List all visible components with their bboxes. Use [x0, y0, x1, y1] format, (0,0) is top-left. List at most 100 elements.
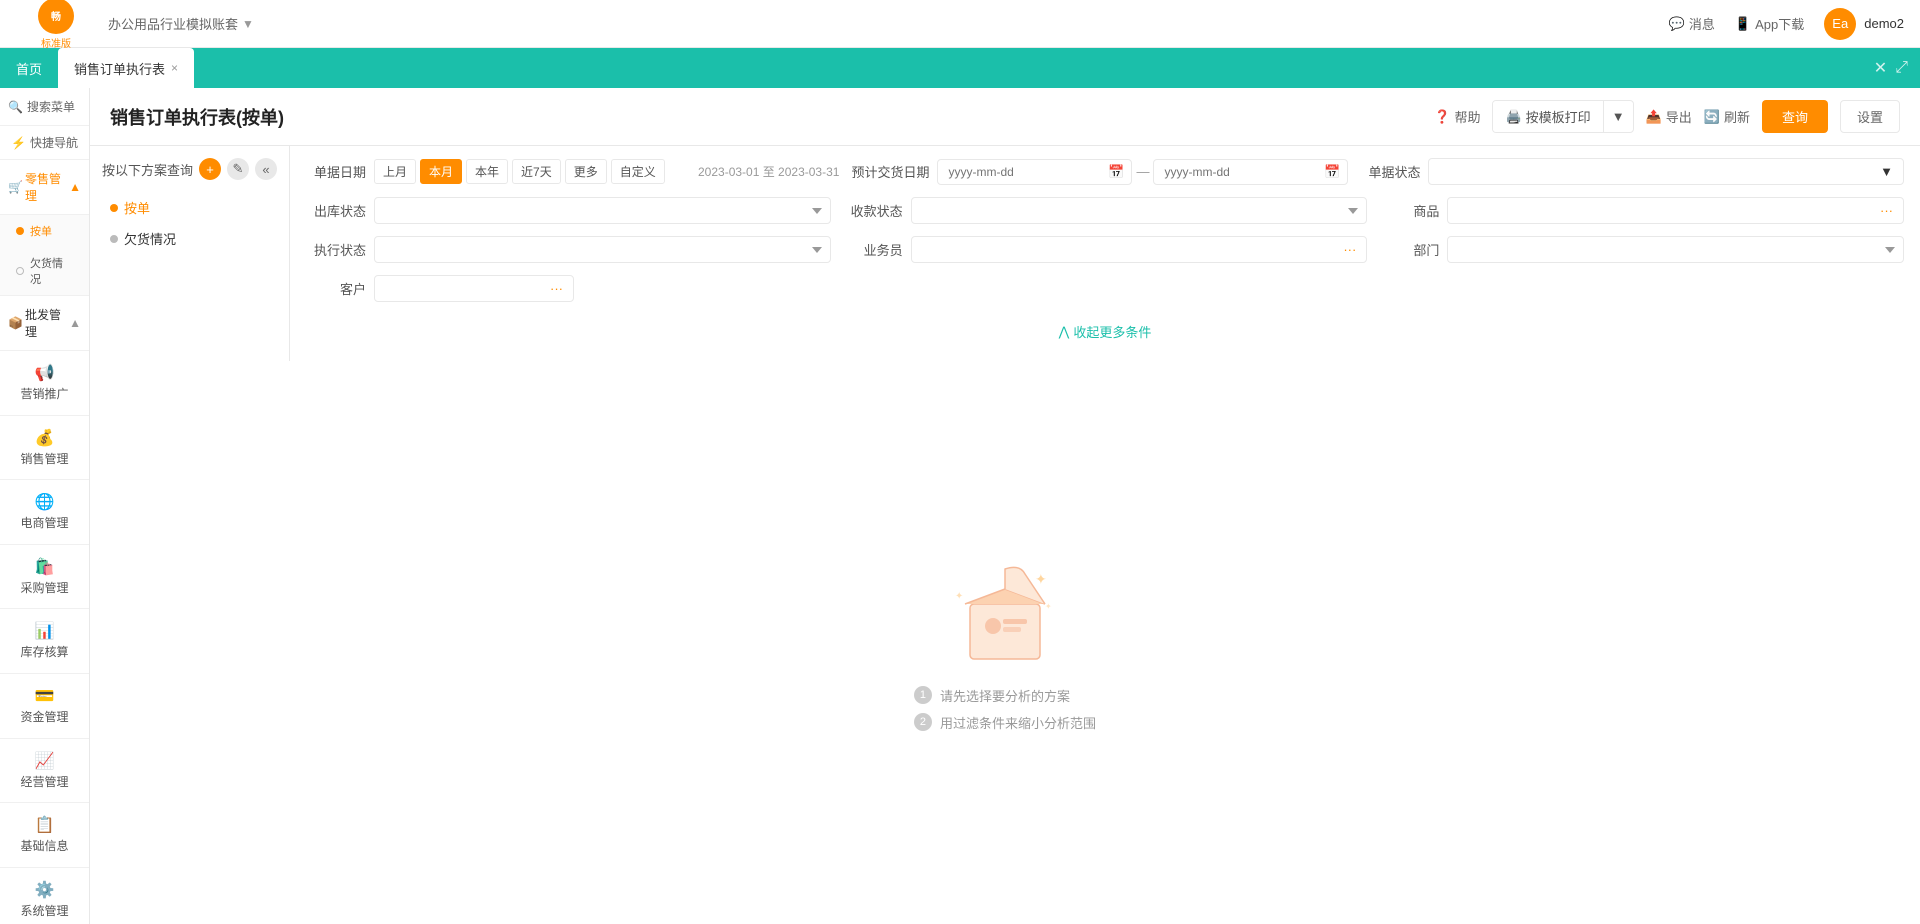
retail-submenu: 按单 欠货情况 [0, 215, 89, 296]
sidebar-item-finance[interactable]: 💳 资金管理 [0, 674, 89, 739]
ecommerce-icon: 🌐 [35, 492, 55, 512]
filter-row-3: 执行状态 业务员 ··· 部门 [306, 236, 1904, 263]
tab-bar: 首页 销售订单执行表 × ✕ ⤢ [0, 48, 1920, 88]
exec-status-select[interactable] [374, 236, 831, 263]
collapse-scheme-button[interactable]: « [255, 158, 277, 180]
page-title: 销售订单执行表(按单) [110, 104, 284, 130]
collapse-more-button[interactable]: ⋀ 收起更多条件 [306, 314, 1904, 349]
product-input[interactable]: ··· [1447, 197, 1904, 224]
date-last-month[interactable]: 上月 [374, 159, 416, 184]
tip-2-number: 2 [914, 713, 932, 731]
debt-label: 欠货情况 [30, 255, 73, 287]
sidebar-item-sales[interactable]: 💰 销售管理 [0, 416, 89, 481]
out-status-select[interactable] [374, 197, 831, 224]
product-ellipsis-icon: ··· [1880, 203, 1893, 218]
filter-row-1: 单据日期 上月 本月 本年 近7天 更多 自定义 2023-03-01 至 20… [306, 158, 1904, 185]
tab-home[interactable]: 首页 [0, 48, 58, 88]
date-range-inputs: 📅 — 📅 [937, 159, 1348, 185]
date-from-input[interactable] [937, 159, 1132, 185]
marketing-icon: 📢 [35, 363, 55, 383]
collapse-up-icon: ⋀ [1059, 324, 1070, 340]
sidebar-item-operations[interactable]: 📈 经营管理 [0, 739, 89, 804]
settings-button[interactable]: 设置 [1840, 100, 1900, 133]
status-dropdown-icon: ▼ [1880, 164, 1893, 179]
empty-state: ✦ ✦ ✦ 1 请先选择要分析的方案 2 用过滤条件来缩小分析范围 [914, 554, 1096, 732]
edit-icon: ✎ [233, 161, 244, 177]
pay-status-select[interactable] [911, 197, 1368, 224]
print-dropdown-button[interactable]: ▼ [1604, 103, 1633, 130]
collapse-more-label: 收起更多条件 [1073, 322, 1151, 341]
exec-status-label: 执行状态 [306, 240, 366, 259]
sidebar: 🔍 搜索菜单 ⚡ 快捷导航 🛒 零售管理 ▲ 按单 欠货情况 📦 批 [0, 88, 90, 924]
finance-label: 资金管理 [20, 710, 68, 726]
export-link[interactable]: 📤 导出 [1646, 107, 1692, 126]
purchase-label: 采购管理 [20, 581, 68, 597]
date-to-input[interactable] [1153, 159, 1348, 185]
sidebar-item-wholesale[interactable]: 📦 批发管理 ▲ [0, 296, 89, 351]
refresh-link[interactable]: 🔄 刷新 [1704, 107, 1750, 126]
svg-text:✦: ✦ [1035, 571, 1047, 587]
date-7days[interactable]: 近7天 [512, 159, 561, 184]
main-layout: 🔍 搜索菜单 ⚡ 快捷导航 🛒 零售管理 ▲ 按单 欠货情况 📦 批 [0, 88, 1920, 924]
print-button[interactable]: 🖨️ 按模板打印 [1493, 101, 1603, 132]
date-more[interactable]: 更多 [565, 159, 607, 184]
user-profile[interactable]: Ea demo2 [1824, 8, 1904, 40]
pay-status-label: 收款状态 [843, 201, 903, 220]
date-separator: — [1136, 164, 1149, 179]
message-action[interactable]: 💬 消息 [1669, 14, 1715, 33]
tab-sales-order[interactable]: 销售订单执行表 × [58, 48, 194, 88]
add-scheme-button[interactable]: + [199, 158, 221, 180]
tab-close-button[interactable]: × [171, 61, 178, 75]
customer-input[interactable]: ··· [374, 275, 574, 302]
scheme-debt-label: 欠货情况 [124, 229, 176, 248]
filter-scheme-actions: + ✎ « [199, 158, 277, 180]
app-download-action[interactable]: 📱 App下载 [1735, 14, 1804, 33]
salesperson-ellipsis-icon: ··· [1343, 242, 1356, 257]
filter-scheme-title: 按以下方案查询 [102, 160, 193, 179]
sidebar-item-inventory[interactable]: 📊 库存核算 [0, 609, 89, 674]
inventory-label: 库存核算 [20, 645, 68, 661]
sidebar-item-marketing[interactable]: 📢 营销推广 [0, 351, 89, 416]
sidebar-quicknav[interactable]: ⚡ 快捷导航 [0, 126, 89, 160]
sidebar-item-debt[interactable]: 欠货情况 [0, 247, 89, 295]
sidebar-item-retail[interactable]: 🛒 零售管理 ▲ [0, 160, 89, 215]
wholesale-label: 批发管理 [25, 306, 67, 340]
sidebar-item-basic[interactable]: 📋 基础信息 [0, 803, 89, 868]
help-link[interactable]: ❓ 帮助 [1434, 107, 1480, 126]
dept-select[interactable] [1447, 236, 1904, 263]
date-custom[interactable]: 自定义 [611, 159, 665, 184]
scheme-active-dot [110, 204, 118, 212]
sidebar-item-system[interactable]: ⚙️ 系统管理 [0, 868, 89, 924]
basic-label: 基础信息 [20, 839, 68, 855]
edit-scheme-button[interactable]: ✎ [227, 158, 249, 180]
status-select[interactable]: ▼ [1428, 158, 1904, 185]
close-window-button[interactable]: ✕ [1874, 58, 1887, 78]
date-this-month[interactable]: 本月 [420, 159, 462, 184]
content-area: 销售订单执行表(按单) ❓ 帮助 🖨️ 按模板打印 ▼ [90, 88, 1920, 924]
dept-field: 部门 [1379, 236, 1904, 263]
expand-window-button[interactable]: ⤢ [1895, 59, 1908, 77]
export-icon: 📤 [1646, 109, 1662, 125]
help-icon: ❓ [1434, 109, 1450, 125]
empty-tip-2: 2 用过滤条件来缩小分析范围 [914, 713, 1096, 732]
salesperson-input[interactable]: ··· [911, 236, 1368, 263]
scheme-inactive-dot [110, 235, 118, 243]
scheme-item-order[interactable]: 按单 [102, 192, 277, 223]
collapse-icon: « [262, 162, 269, 177]
expected-date-label: 预计交货日期 [851, 162, 929, 181]
sidebar-item-purchase[interactable]: 🛍️ 采购管理 [0, 545, 89, 610]
breadcrumb-area[interactable]: 办公用品行业模拟账套 ▼ [108, 14, 254, 33]
sales-order-tab-label: 销售订单执行表 [74, 59, 165, 78]
sidebar-item-order[interactable]: 按单 [0, 215, 89, 247]
date-from-wrap: 📅 [937, 159, 1132, 185]
search-icon: 🔍 [8, 100, 23, 114]
scheme-item-debt[interactable]: 欠货情况 [102, 223, 277, 254]
sidebar-search[interactable]: 🔍 搜索菜单 [0, 88, 89, 126]
print-group: 🖨️ 按模板打印 ▼ [1492, 100, 1633, 133]
retail-label: 零售管理 [25, 170, 67, 204]
sidebar-item-ecommerce[interactable]: 🌐 电商管理 [0, 480, 89, 545]
sales-label: 销售管理 [20, 452, 68, 468]
retail-arrow-icon: ▲ [69, 180, 81, 194]
search-button[interactable]: 查询 [1762, 100, 1828, 133]
date-this-year[interactable]: 本年 [466, 159, 508, 184]
